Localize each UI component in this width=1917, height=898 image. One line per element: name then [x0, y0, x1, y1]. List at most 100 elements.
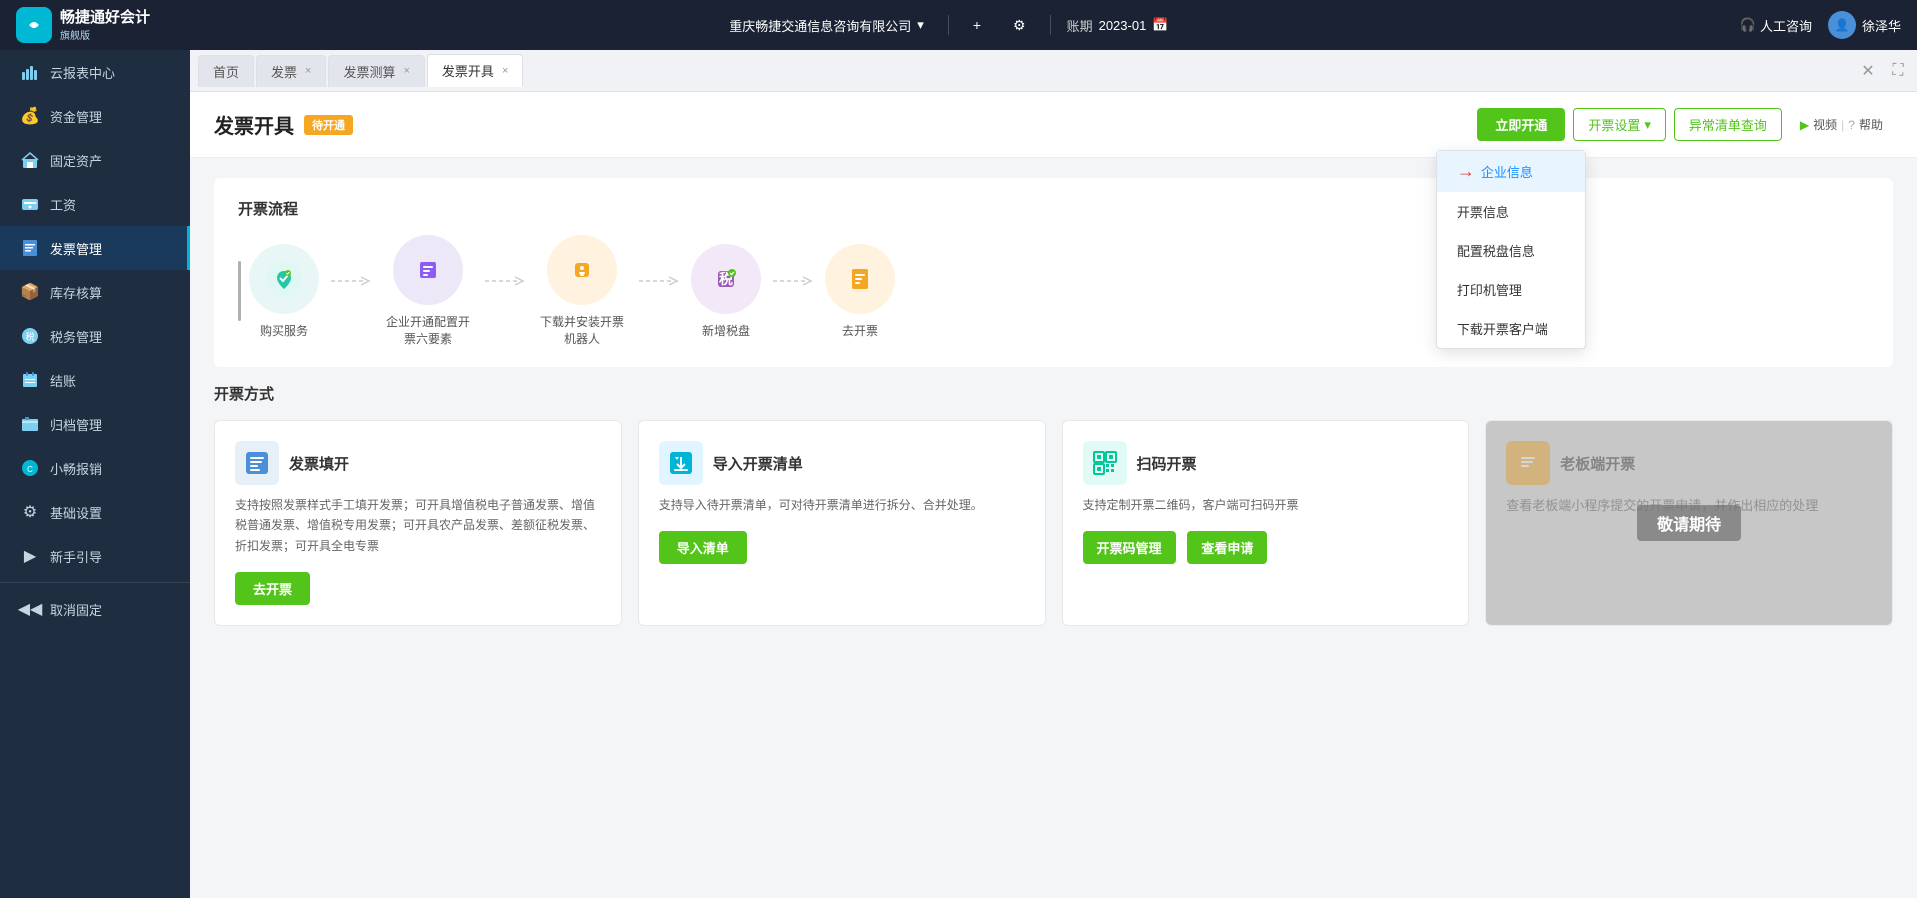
period-area: 账期 2023-01 📅	[1067, 16, 1169, 35]
fapiao-icon	[20, 238, 40, 258]
method-title-import: 导入开票清单	[713, 453, 803, 474]
activate-button[interactable]: 立即开通	[1477, 108, 1565, 141]
sidebar-item-jiezhang[interactable]: 结账	[0, 358, 190, 402]
view-apply-button[interactable]: 查看申请	[1187, 531, 1267, 564]
sidebar-label-guding: 固定资产	[50, 151, 102, 170]
sidebar-item-kucun[interactable]: 📦 库存核算	[0, 270, 190, 314]
method-icon-scan	[1083, 441, 1127, 485]
red-arrow-icon: →	[1457, 161, 1475, 182]
tab-invoice-calc-label: 发票测算	[343, 62, 395, 81]
method-title-scan: 扫码开票	[1137, 453, 1197, 474]
xinshou-icon: ▶	[20, 546, 40, 566]
play-icon: ▶	[1800, 118, 1809, 132]
sidebar-item-gongzi[interactable]: 工资	[0, 182, 190, 226]
disabled-badge: 敬请期待	[1637, 505, 1741, 541]
sidebar-item-yunbao[interactable]: 云报表中心	[0, 50, 190, 94]
sidebar-item-guidang[interactable]: 归档管理	[0, 402, 190, 446]
flow-arrow-4	[761, 275, 825, 307]
separator: |	[1841, 118, 1844, 132]
flow-step-label-4: 新增税盘	[702, 322, 750, 339]
dropdown-icon: ▾	[917, 17, 924, 33]
xiaochang-icon: C	[20, 458, 40, 478]
tab-bar: 首页 发票 × 发票测算 × 发票开具 × ✕ ⛶	[190, 50, 1917, 92]
import-list-button[interactable]: 导入清单	[659, 531, 747, 564]
dropdown-item-download-client[interactable]: 下载开票客户端	[1437, 309, 1585, 348]
tab-invoice-label: 发票	[271, 62, 297, 81]
flow-step-label-5: 去开票	[842, 322, 878, 339]
sidebar-item-xinshou[interactable]: ▶ 新手引导	[0, 534, 190, 578]
method-header-fill: 发票填开	[235, 441, 601, 485]
calendar-icon[interactable]: 📅	[1152, 17, 1168, 33]
header-actions: 立即开通 开票设置 ▾ → 企业信息	[1477, 108, 1893, 157]
top-center: 重庆畅捷交通信息咨询有限公司 ▾ + ⚙ 账期 2023-01 📅	[721, 12, 1168, 39]
scan-code-manage-button[interactable]: 开票码管理	[1083, 531, 1176, 564]
flow-icon-5	[825, 244, 895, 314]
tab-invoice-issue-label: 发票开具	[442, 61, 494, 80]
method-card-boss: 老板端开票 查看老板端小程序提交的开票申请，并作出相应的处理 敬请期待	[1485, 420, 1893, 626]
flow-divider-left	[238, 261, 249, 321]
sidebar-item-zijin[interactable]: 💰 资金管理	[0, 94, 190, 138]
dropdown-item-invoice-info[interactable]: 开票信息	[1437, 192, 1585, 231]
abnormal-button[interactable]: 异常清单查询	[1674, 108, 1782, 141]
add-button[interactable]: +	[965, 13, 989, 37]
content-area: 首页 发票 × 发票测算 × 发票开具 × ✕ ⛶	[190, 50, 1917, 898]
close-button[interactable]: ✕	[1857, 60, 1879, 82]
sidebar-item-jichu[interactable]: ⚙ 基础设置	[0, 490, 190, 534]
sidebar-label-quxiao: 取消固定	[50, 600, 102, 619]
user-area[interactable]: 👤 徐泽华	[1828, 11, 1901, 39]
sidebar-item-xiaochang[interactable]: C 小畅报销	[0, 446, 190, 490]
dropdown-label-invoice-info: 开票信息	[1457, 205, 1509, 220]
jichu-icon: ⚙	[20, 502, 40, 522]
method-header-scan: 扫码开票	[1083, 441, 1449, 485]
method-icon-fill	[235, 441, 279, 485]
sidebar-label-gongzi: 工资	[50, 195, 76, 214]
tab-home[interactable]: 首页	[198, 55, 254, 87]
flow-icon-2	[393, 235, 463, 305]
sidebar-label-jiezhang: 结账	[50, 371, 76, 390]
add-icon: +	[973, 17, 981, 33]
shuiwu-icon: 税	[20, 326, 40, 346]
company-selector[interactable]: 重庆畅捷交通信息咨询有限公司 ▾	[721, 12, 932, 39]
sidebar-item-quxiao[interactable]: ◀◀ 取消固定	[0, 587, 190, 631]
settings-button[interactable]: 开票设置 ▾	[1573, 108, 1666, 141]
sidebar-item-fapiao[interactable]: 发票管理	[0, 226, 190, 270]
headset-icon: 🎧	[1740, 17, 1756, 33]
flow-steps: 购买服务	[238, 235, 1869, 347]
avatar: 👤	[1828, 11, 1856, 39]
method-header-import: 导入开票清单	[659, 441, 1025, 485]
tab-invoice[interactable]: 发票 ×	[256, 55, 326, 87]
support-button[interactable]: 🎧 人工咨询	[1740, 16, 1812, 35]
method-icon-import	[659, 441, 703, 485]
dropdown-label-printer: 打印机管理	[1457, 283, 1522, 298]
tab-invoice-calc-close[interactable]: ×	[403, 65, 409, 77]
tab-invoice-close[interactable]: ×	[305, 65, 311, 77]
flow-arrow-2	[473, 275, 537, 307]
sidebar-label-yunbao: 云报表中心	[50, 63, 115, 82]
sidebar-item-guding[interactable]: 固定资产	[0, 138, 190, 182]
settings-top-icon: ⚙	[1013, 17, 1026, 34]
dropdown-item-printer[interactable]: 打印机管理	[1437, 270, 1585, 309]
flow-section: 开票流程	[214, 178, 1893, 367]
tab-invoice-issue[interactable]: 发票开具 ×	[427, 54, 523, 87]
quxiao-icon: ◀◀	[20, 599, 40, 619]
logo-sub: 旗舰版	[60, 27, 150, 42]
settings-dropdown-wrapper: 开票设置 ▾ → 企业信息 开票信息	[1573, 108, 1666, 141]
video-help-area: ▶ 视频 | ? 帮助	[1790, 110, 1893, 139]
sidebar-label-xiaochang: 小畅报销	[50, 459, 102, 478]
fill-invoice-button[interactable]: 去开票	[235, 572, 310, 605]
tab-invoice-issue-close[interactable]: ×	[502, 65, 508, 77]
flow-step-5: 去开票	[825, 244, 895, 339]
flow-arrow-3	[627, 275, 691, 307]
maximize-button[interactable]: ⛶	[1887, 60, 1909, 82]
dropdown-item-tax-config[interactable]: 配置税盘信息	[1437, 231, 1585, 270]
page-header: 发票开具 待开通 立即开通 开票设置 ▾	[190, 92, 1917, 158]
tab-invoice-calc[interactable]: 发票测算 ×	[328, 55, 424, 87]
dropdown-label-company: 企业信息	[1481, 162, 1533, 181]
flow-step-label-2: 企业开通配置开票六要素	[383, 313, 473, 347]
dropdown-item-company[interactable]: → 企业信息	[1437, 151, 1585, 192]
top-right: 🎧 人工咨询 👤 徐泽华	[1740, 11, 1901, 39]
divider-v2	[1050, 15, 1051, 35]
sidebar-item-shuiwu[interactable]: 税 税务管理	[0, 314, 190, 358]
sidebar-label-shuiwu: 税务管理	[50, 327, 102, 346]
settings-top-button[interactable]: ⚙	[1005, 13, 1034, 38]
